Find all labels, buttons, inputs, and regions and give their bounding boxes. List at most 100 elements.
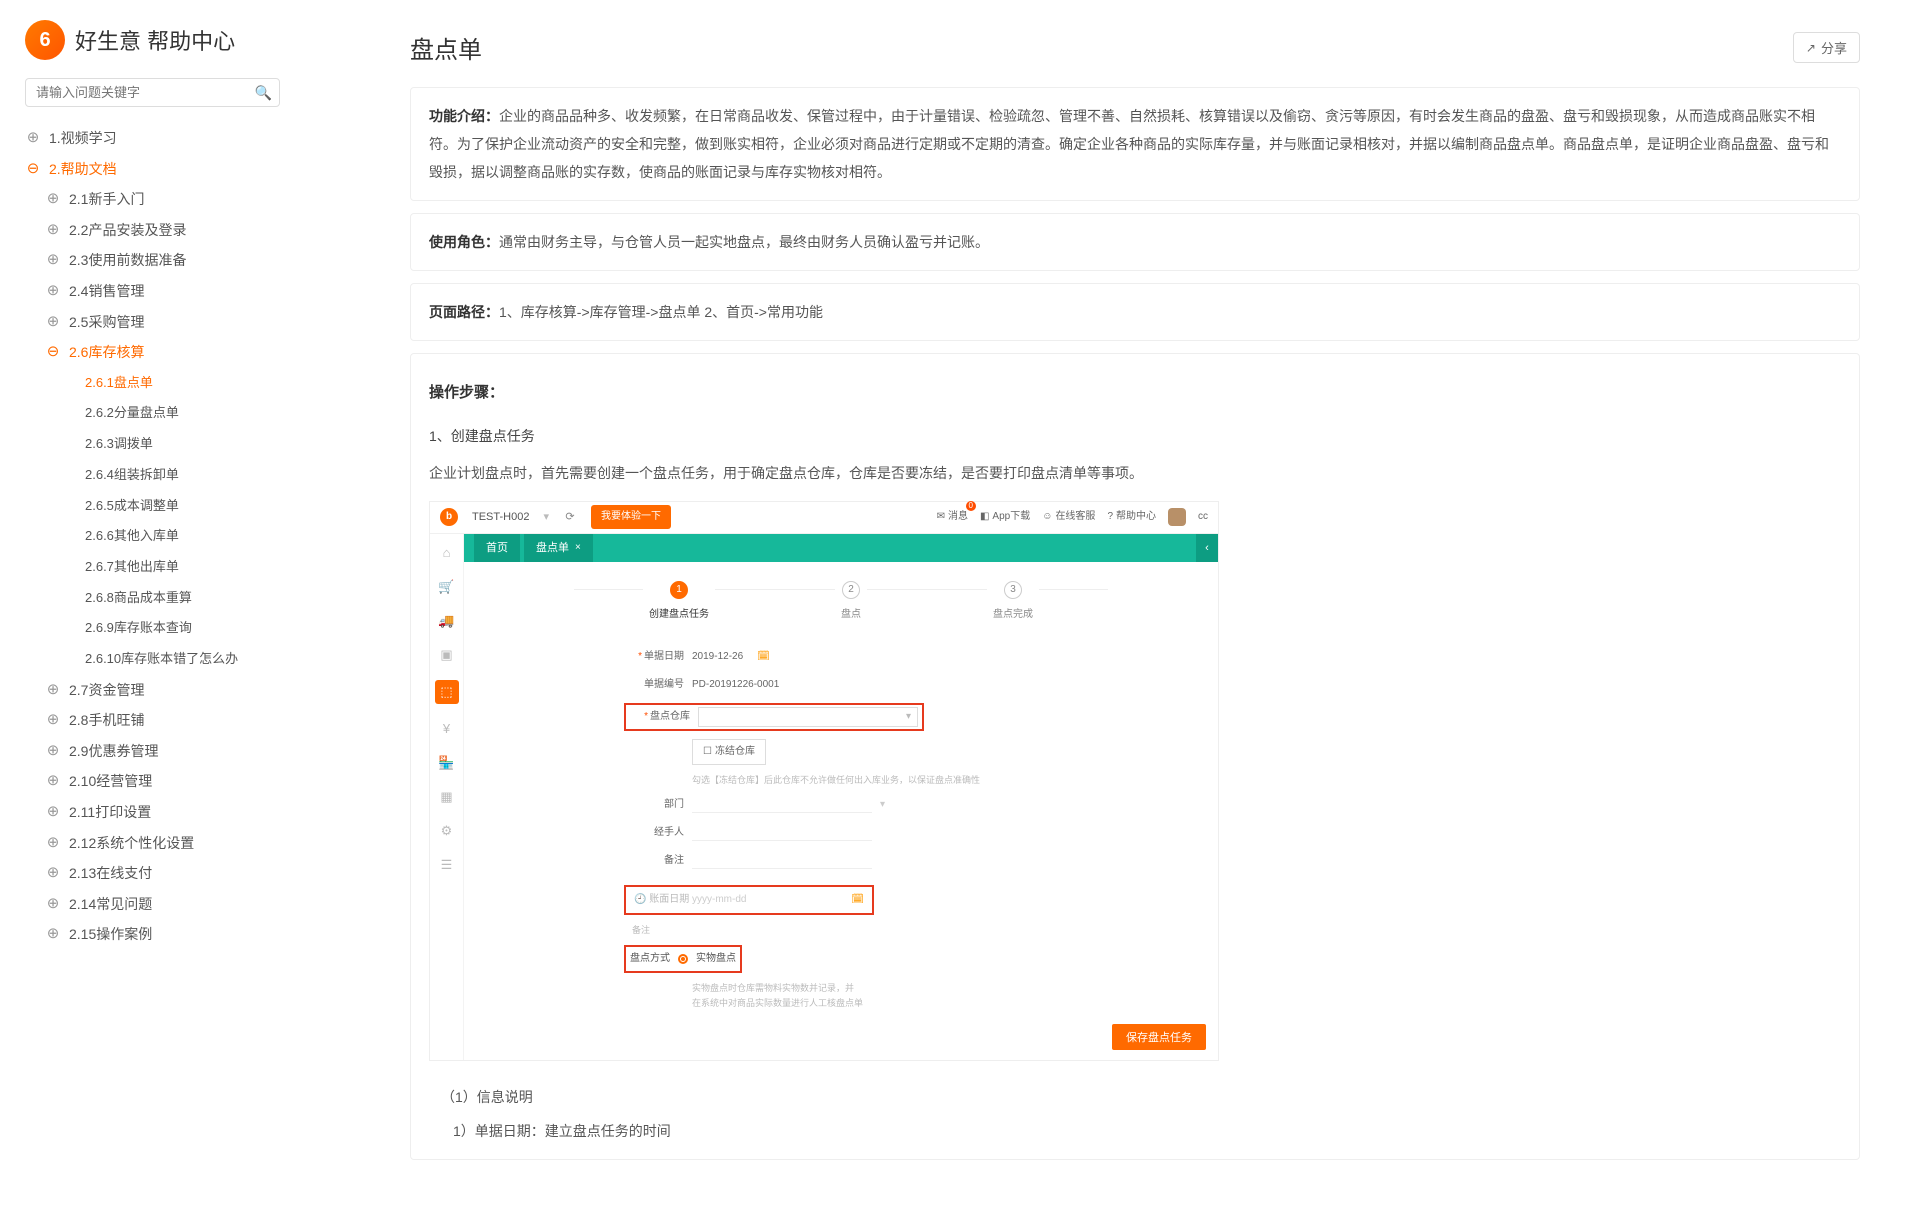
wiz-step-3: 3盘点完成 [987, 580, 1039, 625]
mock-logo-icon: b [440, 508, 458, 526]
nav-2-8[interactable]: 2.8手机旺铺 [45, 705, 280, 736]
nav-2-10[interactable]: 2.10经营管理 [45, 766, 280, 797]
store-icon: 🏪 [438, 754, 456, 772]
home-icon: ⌂ [438, 544, 456, 562]
nav-2-4[interactable]: 2.4销售管理 [45, 276, 280, 307]
calendar-icon: 🗓 [757, 647, 770, 667]
info-heading: （1）信息说明 [441, 1083, 1841, 1111]
nav-2-3[interactable]: 2.3使用前数据准备 [45, 245, 280, 276]
minus-icon [45, 344, 61, 360]
plus-icon [45, 222, 61, 238]
avatar-icon [1168, 508, 1186, 526]
nav-2-6-2[interactable]: 2.6.2分量盘点单 [85, 398, 280, 429]
refresh-icon: ⟳ [563, 510, 577, 524]
brand-title: 好生意 帮助中心 [75, 24, 235, 56]
nav-2-5[interactable]: 2.5采购管理 [45, 307, 280, 338]
path-label: 页面路径： [429, 304, 499, 320]
mock-form: *单据日期 2019-12-26 🗓 单据编号 PD-20191226-0001 [464, 631, 1218, 1019]
f-mode-value: 实物盘点 [696, 949, 736, 969]
plus-icon [45, 283, 61, 299]
radio-icon [678, 954, 688, 964]
mock-user: cc [1198, 507, 1208, 527]
plus-icon [25, 130, 41, 146]
nav-video[interactable]: 1.视频学习 [25, 123, 280, 154]
plus-icon [45, 191, 61, 207]
f-freeze-hint: 勾选【冻结仓库】后此仓库不允许做任何出入库业务，以保证盘点准确性 [692, 773, 1158, 787]
info-section: （1）信息说明 1）单据日期：建立盘点任务的时间 [429, 1083, 1841, 1145]
nav-2-6-6[interactable]: 2.6.6其他入库单 [85, 521, 280, 552]
nav-2-15[interactable]: 2.15操作案例 [45, 919, 280, 950]
nav-2-2[interactable]: 2.2产品安装及登录 [45, 215, 280, 246]
mock-save-button: 保存盘点任务 [1112, 1024, 1206, 1050]
grid-icon: ▦ [438, 788, 456, 806]
brand-logo-icon: 6 [25, 20, 65, 60]
nav-docs[interactable]: 2.帮助文档 [25, 154, 280, 185]
mock-app-download: ◧ App下载 [980, 507, 1030, 527]
minus-icon [25, 161, 41, 177]
f-date-label: 单据日期 [644, 651, 684, 662]
plus-icon [45, 804, 61, 820]
nav-2-9[interactable]: 2.9优惠券管理 [45, 736, 280, 767]
f-mode-label: 盘点方式 [630, 949, 670, 969]
nav-2-6-7[interactable]: 2.6.7其他出库单 [85, 552, 280, 583]
nav-2-1[interactable]: 2.1新手入门 [45, 184, 280, 215]
mock-msg: ✉ 消息 [937, 507, 968, 527]
nav-2-6-9[interactable]: 2.6.9库存账本查询 [85, 613, 280, 644]
step1-desc: 企业计划盘点时，首先需要创建一个盘点任务，用于确定盘点仓库，仓库是否要冻结，是否… [429, 460, 1841, 487]
plus-icon [45, 713, 61, 729]
card-intro: 功能介绍：企业的商品品种多、收发频繁，在日常商品收发、保管过程中，由于计量错误、… [410, 87, 1860, 201]
mock-tenant: TEST-H002 [472, 506, 529, 528]
mock-wizard: 1创建盘点任务 2盘点 3盘点完成 [464, 562, 1218, 631]
calendar-icon: 🗓 [851, 890, 864, 910]
f-due-input: 🕘 账面日期 yyyy-mm-dd 🗓 [624, 885, 874, 915]
f-remark-label: 备注 [624, 851, 684, 871]
f-remark-input [692, 853, 872, 869]
search-input[interactable] [25, 78, 280, 107]
page-title: 盘点单 [410, 30, 482, 65]
nav-2-6-10[interactable]: 2.6.10库存账本错了怎么办 [85, 644, 280, 675]
nav-2-6[interactable]: 2.6库存核算 [45, 337, 280, 368]
main-content: 盘点单 分享 功能介绍：企业的商品品种多、收发频繁，在日常商品收发、保管过程中，… [300, 0, 1920, 1212]
wiz-step-1: 1创建盘点任务 [643, 580, 715, 625]
mock-rail: ⌂ 🛒 🚚 ▣ ⬚ ¥ 🏪 ▦ ⚙ ☰ [430, 534, 464, 1061]
f-due-hint: 备注 [632, 923, 1158, 937]
plus-icon [45, 865, 61, 881]
gear-icon: ⚙ [438, 822, 456, 840]
plus-icon [45, 253, 61, 269]
f-person-label: 经手人 [624, 823, 684, 843]
nav-2-11[interactable]: 2.11打印设置 [45, 797, 280, 828]
mock-service: ☺ 在线客服 [1042, 507, 1095, 527]
cart-icon: 🛒 [438, 578, 456, 596]
path-text: 1、库存核算->库存管理->盘点单 2、首页->常用功能 [499, 304, 823, 320]
plus-icon [45, 314, 61, 330]
f-person-input [692, 825, 872, 841]
nav-tree: 1.视频学习 2.帮助文档 2.1新手入门 2.2产品安装及登录 2.3使用前数… [25, 123, 280, 950]
plus-icon [45, 835, 61, 851]
f-wh-select: ▾ [698, 707, 918, 727]
steps-heading: 操作步骤： [429, 378, 1841, 408]
nav-2-6-4[interactable]: 2.6.4组装拆卸单 [85, 460, 280, 491]
nav-2-7[interactable]: 2.7资金管理 [45, 675, 280, 706]
f-mode-hint1: 实物盘点时仓库需物料实物数并记录，并 [692, 981, 1158, 995]
step1-title: 1、创建盘点任务 [429, 422, 1841, 450]
f-dept-label: 部门 [624, 795, 684, 815]
share-button[interactable]: 分享 [1793, 32, 1860, 63]
f-no-label: 单据编号 [624, 675, 684, 695]
tabs-close-icon: ‹ [1196, 534, 1218, 562]
chevron-down-icon: ▾ [880, 795, 885, 815]
plus-icon [45, 896, 61, 912]
nav-2-13[interactable]: 2.13在线支付 [45, 858, 280, 889]
nav-2-6-1[interactable]: 2.6.1盘点单 [85, 368, 280, 399]
nav-2-6-5[interactable]: 2.6.5成本调整单 [85, 491, 280, 522]
search-box: 🔍 [25, 78, 280, 107]
nav-2-6-8[interactable]: 2.6.8商品成本重算 [85, 583, 280, 614]
nav-2-6-3[interactable]: 2.6.3调拨单 [85, 429, 280, 460]
card-steps: 操作步骤： 1、创建盘点任务 企业计划盘点时，首先需要创建一个盘点任务，用于确定… [410, 353, 1860, 1160]
info-item1-text: 建立盘点任务的时间 [545, 1123, 671, 1139]
nav-2-12[interactable]: 2.12系统个性化设置 [45, 828, 280, 859]
list-icon: ☰ [438, 856, 456, 874]
money-icon: ¥ [438, 720, 456, 738]
plus-icon [45, 774, 61, 790]
nav-2-14[interactable]: 2.14常见问题 [45, 889, 280, 920]
f-mode-hint2: 在系统中对商品实际数量进行人工核盘点单 [692, 996, 1158, 1010]
